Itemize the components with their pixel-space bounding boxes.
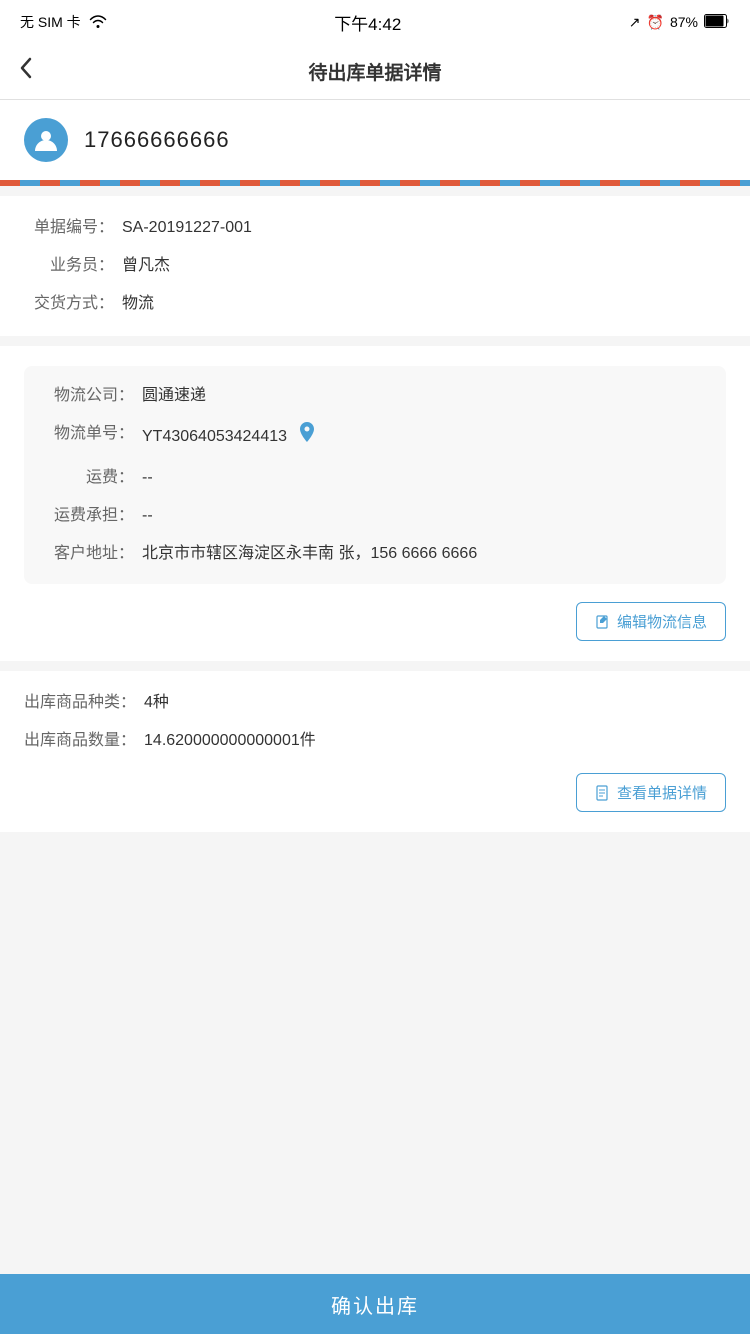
freight-value: --: [142, 466, 706, 490]
tracking-location-icon[interactable]: [297, 422, 317, 452]
freight-bearer-value: --: [142, 504, 706, 528]
goods-types-label: 出库商品种类：: [24, 691, 136, 715]
bottom-spacer: [0, 842, 750, 922]
customer-header: 17666666666: [0, 100, 750, 180]
battery-icon: [704, 14, 730, 31]
order-no-label: 单据编号：: [24, 216, 114, 240]
page-title: 待出库单据详情: [308, 58, 441, 85]
edit-logistics-label: 编辑物流信息: [617, 611, 707, 632]
delivery-method-value: 物流: [122, 292, 726, 316]
address-label: 客户地址：: [44, 542, 134, 566]
tracking-no-label: 物流单号：: [44, 422, 134, 446]
status-bar: 无 SIM 卡 下午4:42 ↗ ⏰ 87%: [0, 0, 750, 44]
logistics-section: 物流公司： 圆通速递 物流单号： YT43064053424413 运费： --…: [0, 346, 750, 661]
freight-label: 运费：: [44, 466, 134, 490]
freight-row: 运费： --: [44, 466, 706, 490]
order-no-value: SA-20191227-001: [122, 216, 726, 240]
order-basic-info-section: 单据编号： SA-20191227-001 业务员： 曾凡杰 交货方式： 物流: [0, 196, 750, 336]
status-time: 下午4:42: [334, 10, 401, 35]
goods-quantity-label: 出库商品数量：: [24, 729, 136, 753]
freight-bearer-row: 运费承担： --: [44, 504, 706, 528]
salesman-row: 业务员： 曾凡杰: [24, 254, 726, 278]
logistics-company-row: 物流公司： 圆通速递: [44, 384, 706, 408]
delivery-method-row: 交货方式： 物流: [24, 292, 726, 316]
goods-types-row: 出库商品种类： 4种: [24, 691, 726, 715]
goods-types-value: 4种: [144, 691, 726, 715]
nav-bar: 待出库单据详情: [0, 44, 750, 100]
customer-phone: 17666666666: [84, 127, 230, 153]
tracking-no-row: 物流单号： YT43064053424413: [44, 422, 706, 452]
tracking-no-value: YT43064053424413: [142, 422, 706, 452]
confirm-outbound-button[interactable]: 确认出库: [0, 1274, 750, 1334]
location-arrow-icon: ↗: [629, 14, 641, 31]
status-left: 无 SIM 卡: [20, 12, 107, 32]
edit-logistics-button[interactable]: 编辑物流信息: [576, 602, 726, 641]
salesman-value: 曾凡杰: [122, 254, 726, 278]
goods-section: 出库商品种类： 4种 出库商品数量： 14.620000000000001件 查…: [0, 671, 750, 832]
freight-bearer-label: 运费承担：: [44, 504, 134, 528]
view-detail-label: 查看单据详情: [617, 782, 707, 803]
salesman-label: 业务员：: [24, 254, 114, 278]
dashed-stripe-divider: [0, 180, 750, 186]
address-value: 北京市市辖区海淀区永丰南 张，156 6666 6666: [142, 542, 706, 566]
goods-quantity-value: 14.620000000000001件: [144, 729, 726, 753]
address-row: 客户地址： 北京市市辖区海淀区永丰南 张，156 6666 6666: [44, 542, 706, 566]
order-no-row: 单据编号： SA-20191227-001: [24, 216, 726, 240]
back-button[interactable]: [12, 49, 40, 94]
edit-logistics-btn-container: 编辑物流信息: [24, 598, 726, 641]
view-detail-button[interactable]: 查看单据详情: [576, 773, 726, 812]
logistics-card: 物流公司： 圆通速递 物流单号： YT43064053424413 运费： --…: [24, 366, 726, 584]
logistics-company-label: 物流公司：: [44, 384, 134, 408]
wifi-icon: [89, 14, 107, 31]
view-detail-btn-container: 查看单据详情: [24, 769, 726, 812]
goods-quantity-row: 出库商品数量： 14.620000000000001件: [24, 729, 726, 753]
battery-text: 87%: [670, 14, 698, 30]
status-right: ↗ ⏰ 87%: [629, 14, 730, 31]
delivery-method-label: 交货方式：: [24, 292, 114, 316]
alarm-icon: ⏰: [647, 14, 664, 31]
avatar: [24, 118, 68, 162]
confirm-outbound-label: 确认出库: [331, 1290, 419, 1319]
carrier-text: 无 SIM 卡: [20, 12, 81, 32]
logistics-company-value: 圆通速递: [142, 384, 706, 408]
